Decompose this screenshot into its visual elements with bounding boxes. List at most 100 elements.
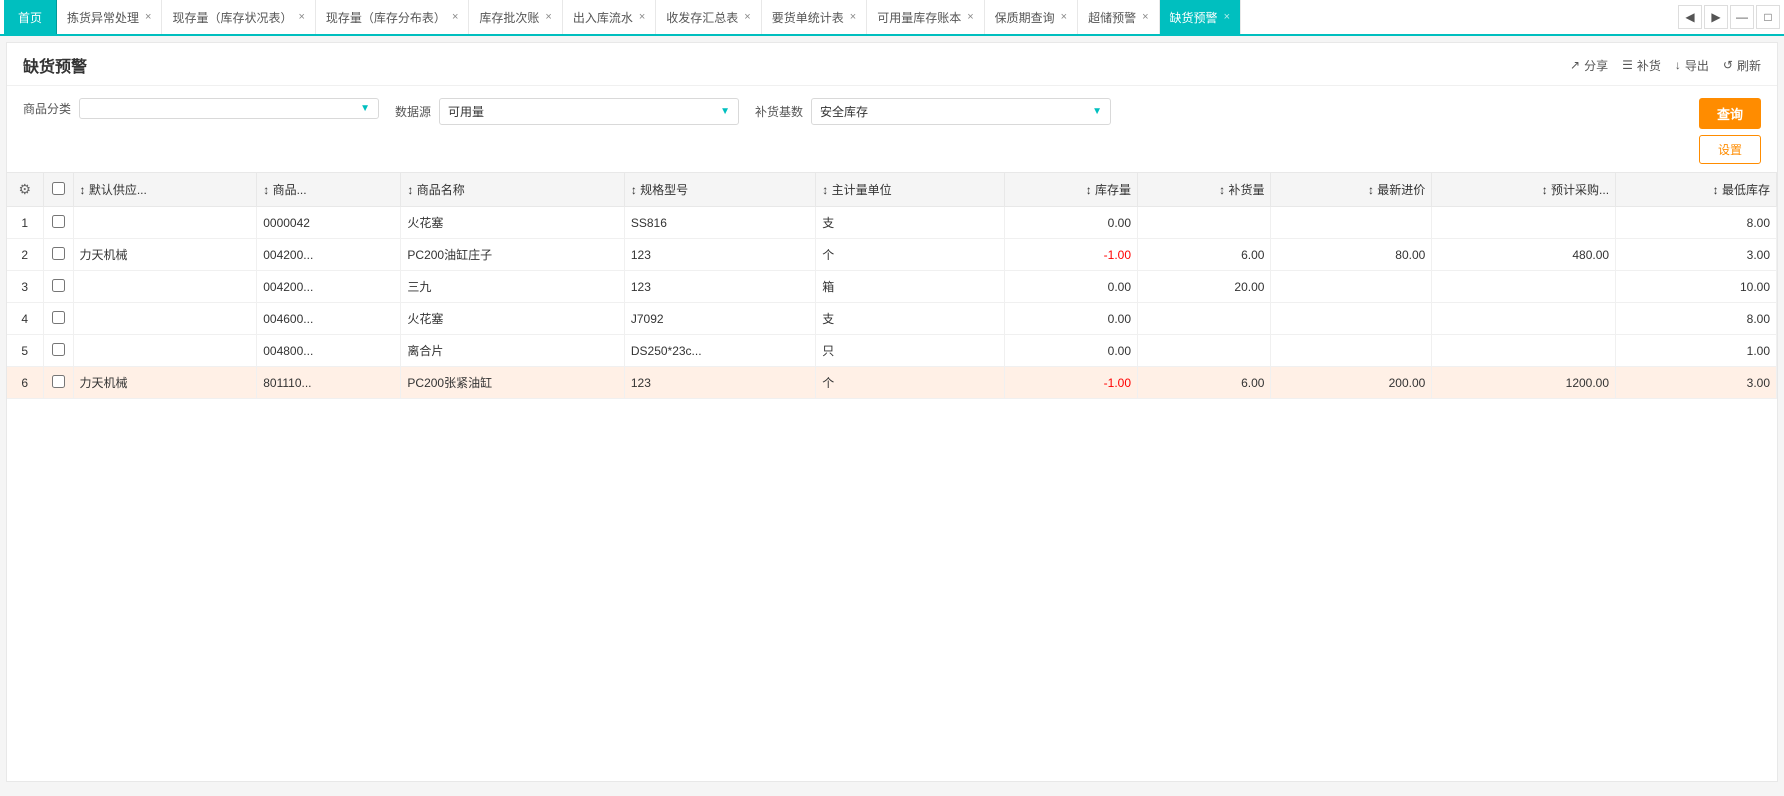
replenish-icon: ☰ <box>1622 58 1633 72</box>
row-spec-1: 123 <box>624 239 815 271</box>
th-stock-label: ↕ 库存量 <box>1086 183 1131 197</box>
row-checkbox-4[interactable] <box>52 343 65 356</box>
tab-overstock[interactable]: 超储预警 × <box>1078 0 1159 35</box>
tab-inout-flow-close[interactable]: × <box>639 11 645 23</box>
tab-inventory-status[interactable]: 现存量（库存状况表） × <box>162 0 315 35</box>
category-filter-group: 商品分类 ▼ <box>23 98 379 119</box>
tab-batch-account-close[interactable]: × <box>545 11 551 23</box>
datasource-select[interactable]: 可用量 ▼ <box>439 98 739 125</box>
row-min-stock-1: 3.00 <box>1616 239 1777 271</box>
export-label: 导出 <box>1685 57 1709 74</box>
row-spec-4: DS250*23c... <box>624 335 815 367</box>
row-stock-5: -1.00 <box>1004 367 1137 399</box>
th-latest-price[interactable]: ↕ 最新进价 <box>1271 173 1432 207</box>
row-est-purchase-2 <box>1432 271 1616 303</box>
tab-order-stats-close[interactable]: × <box>850 11 856 23</box>
row-checkbox-cell-2[interactable] <box>43 271 73 303</box>
row-no-1: 2 <box>7 239 43 271</box>
refresh-icon: ↺ <box>1723 58 1733 72</box>
th-min-stock[interactable]: ↕ 最低库存 <box>1616 173 1777 207</box>
row-code-1: 004200... <box>257 239 401 271</box>
tab-minimize-button[interactable]: — <box>1730 5 1754 29</box>
th-est-purchase[interactable]: ↕ 预计采购... <box>1432 173 1616 207</box>
share-label: 分享 <box>1584 57 1608 74</box>
row-latest-price-0 <box>1271 207 1432 239</box>
row-checkbox-cell-0[interactable] <box>43 207 73 239</box>
share-button[interactable]: ↗ 分享 <box>1570 57 1608 74</box>
select-all-checkbox[interactable] <box>52 182 65 195</box>
row-checkbox-1[interactable] <box>52 247 65 260</box>
tab-available-ledger[interactable]: 可用量库存账本 × <box>867 0 984 35</box>
tab-inventory-status-label: 现存量（库存状况表） <box>172 9 292 26</box>
share-icon: ↗ <box>1570 58 1580 72</box>
tab-inventory-dist[interactable]: 现存量（库存分布表） × <box>316 0 469 35</box>
row-min-stock-4: 1.00 <box>1616 335 1777 367</box>
row-est-purchase-0 <box>1432 207 1616 239</box>
tab-nav-buttons: ◀ ▶ — □ <box>1678 5 1780 29</box>
row-checkbox-2[interactable] <box>52 279 65 292</box>
row-replenish-qty-1: 6.00 <box>1138 239 1271 271</box>
row-unit-0: 支 <box>816 207 1004 239</box>
row-code-4: 004800... <box>257 335 401 367</box>
row-checkbox-3[interactable] <box>52 311 65 324</box>
tab-available-ledger-close[interactable]: × <box>967 11 973 23</box>
row-checkbox-0[interactable] <box>52 215 65 228</box>
row-stock-1: -1.00 <box>1004 239 1137 271</box>
query-button[interactable]: 查询 <box>1699 98 1761 129</box>
tab-overstock-label: 超储预警 <box>1088 9 1136 26</box>
tab-collect-summary-close[interactable]: × <box>744 11 750 23</box>
row-no-4: 5 <box>7 335 43 367</box>
right-buttons: 查询 设置 <box>1699 98 1761 164</box>
category-select[interactable]: ▼ <box>79 98 379 119</box>
th-checkbox <box>43 173 73 207</box>
row-checkbox-cell-1[interactable] <box>43 239 73 271</box>
tab-expiry-query-close[interactable]: × <box>1061 11 1067 23</box>
row-name-5: PC200张紧油缸 <box>401 367 624 399</box>
row-est-purchase-4 <box>1432 335 1616 367</box>
tab-abnormal-close[interactable]: × <box>145 11 151 23</box>
th-default-supplier[interactable]: ↕ 默认供应... <box>73 173 257 207</box>
th-product-name[interactable]: ↕ 商品名称 <box>401 173 624 207</box>
row-no-3: 4 <box>7 303 43 335</box>
tab-prev-button[interactable]: ◀ <box>1678 5 1702 29</box>
tab-maximize-button[interactable]: □ <box>1756 5 1780 29</box>
replenish-button[interactable]: ☰ 补货 <box>1622 57 1661 74</box>
tab-inventory-dist-close[interactable]: × <box>452 11 458 23</box>
th-spec[interactable]: ↕ 规格型号 <box>624 173 815 207</box>
settings-button[interactable]: 设置 <box>1699 135 1761 164</box>
tab-expiry-query[interactable]: 保质期查询 × <box>985 0 1078 35</box>
row-checkbox-cell-4[interactable] <box>43 335 73 367</box>
row-checkbox-cell-5[interactable] <box>43 367 73 399</box>
row-spec-2: 123 <box>624 271 815 303</box>
tab-next-button[interactable]: ▶ <box>1704 5 1728 29</box>
row-checkbox-cell-3[interactable] <box>43 303 73 335</box>
row-unit-3: 支 <box>816 303 1004 335</box>
tab-abnormal-label: 拣货异常处理 <box>67 9 139 26</box>
tab-batch-account[interactable]: 库存批次账 × <box>469 0 562 35</box>
header-actions: ↗ 分享 ☰ 补货 ↓ 导出 ↺ 刷新 <box>1570 57 1761 74</box>
tab-abnormal[interactable]: 拣货异常处理 × <box>57 0 162 35</box>
th-product-code[interactable]: ↕ 商品... <box>257 173 401 207</box>
row-checkbox-5[interactable] <box>52 375 65 388</box>
refresh-button[interactable]: ↺ 刷新 <box>1723 57 1761 74</box>
gear-icon[interactable]: ⚙ <box>13 181 37 198</box>
tab-collect-summary[interactable]: 收发存汇总表 × <box>656 0 761 35</box>
page-content: 缺货预警 ↗ 分享 ☰ 补货 ↓ 导出 ↺ 刷新 商品分类 <box>6 42 1778 782</box>
tab-inout-flow[interactable]: 出入库流水 × <box>563 0 656 35</box>
replenish-base-select[interactable]: 安全库存 ▼ <box>811 98 1111 125</box>
row-code-0: 0000042 <box>257 207 401 239</box>
export-button[interactable]: ↓ 导出 <box>1675 57 1709 74</box>
tab-overstock-close[interactable]: × <box>1142 11 1148 23</box>
tab-inventory-status-close[interactable]: × <box>298 11 304 23</box>
tab-order-stats[interactable]: 要货单统计表 × <box>762 0 867 35</box>
th-spec-label: ↕ 规格型号 <box>631 183 688 197</box>
row-spec-5: 123 <box>624 367 815 399</box>
tab-home[interactable]: 首页 <box>4 0 57 35</box>
tab-shortage-close[interactable]: × <box>1224 11 1230 23</box>
row-unit-4: 只 <box>816 335 1004 367</box>
th-stock[interactable]: ↕ 库存量 <box>1004 173 1137 207</box>
tab-shortage-label: 缺货预警 <box>1170 9 1218 26</box>
th-replenish-qty[interactable]: ↕ 补货量 <box>1138 173 1271 207</box>
tab-shortage[interactable]: 缺货预警 × <box>1160 0 1241 35</box>
th-unit[interactable]: ↕ 主计量单位 <box>816 173 1004 207</box>
